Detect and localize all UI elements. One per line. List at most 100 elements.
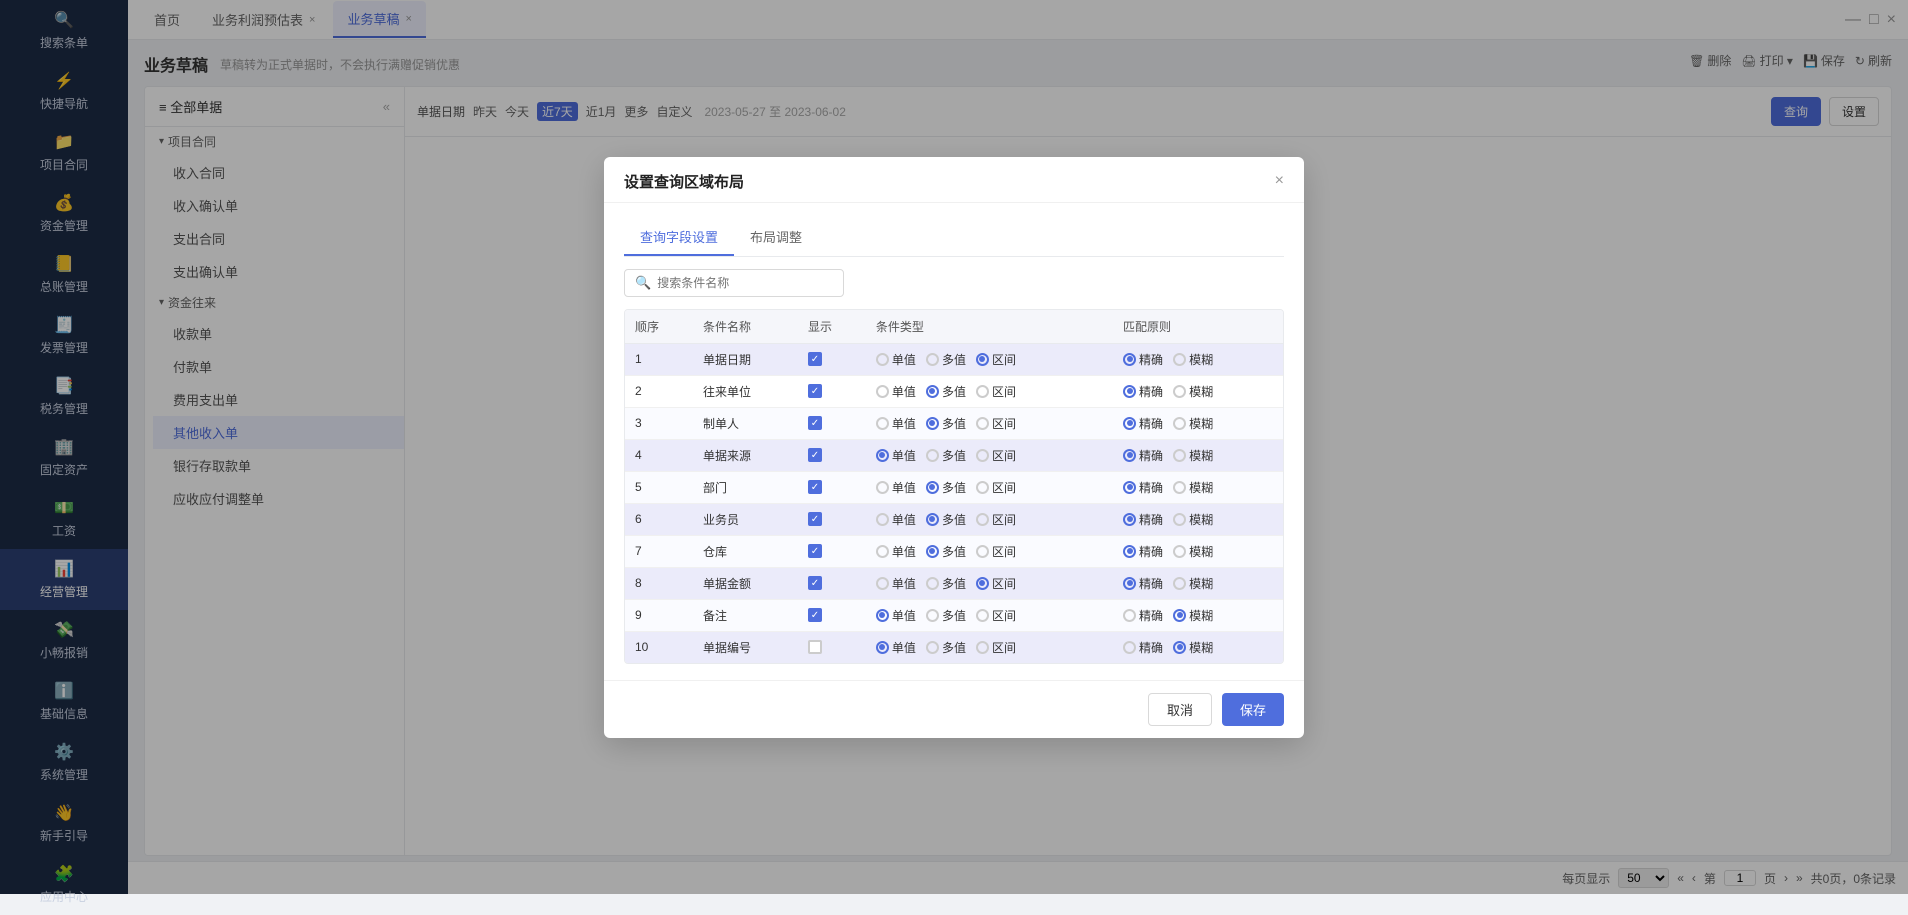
type-single-7[interactable]: 单值 bbox=[876, 543, 916, 560]
type-multi-10[interactable]: 多值 bbox=[926, 639, 966, 656]
type-range-9[interactable]: 区间 bbox=[976, 607, 1016, 624]
type-range-5[interactable]: 区间 bbox=[976, 479, 1016, 496]
match-fuzzy-9[interactable]: 模糊 bbox=[1173, 607, 1213, 624]
cell-name: 制单人 bbox=[693, 407, 798, 439]
match-fuzzy-2[interactable]: 模糊 bbox=[1173, 383, 1213, 400]
cell-match: 精确 模糊 bbox=[1113, 375, 1283, 407]
type-range-3[interactable]: 区间 bbox=[976, 415, 1016, 432]
match-exact-5[interactable]: 精确 bbox=[1123, 479, 1163, 496]
match-fuzzy-label: 模糊 bbox=[1189, 575, 1213, 592]
match-exact-10[interactable]: 精确 bbox=[1123, 639, 1163, 656]
show-checkbox-8[interactable]: ✓ bbox=[808, 576, 822, 590]
type-multi-5[interactable]: 多值 bbox=[926, 479, 966, 496]
type-multi-9[interactable]: 多值 bbox=[926, 607, 966, 624]
cell-match: 精确 模糊 bbox=[1113, 567, 1283, 599]
type-multi-8[interactable]: 多值 bbox=[926, 575, 966, 592]
type-single-4[interactable]: 单值 bbox=[876, 447, 916, 464]
radio-exact-dot-9 bbox=[1123, 609, 1136, 622]
show-checkbox-2[interactable]: ✓ bbox=[808, 384, 822, 398]
cell-order: 2 bbox=[625, 375, 693, 407]
type-range-label: 区间 bbox=[992, 575, 1016, 592]
show-checkbox-7[interactable]: ✓ bbox=[808, 544, 822, 558]
type-single-3[interactable]: 单值 bbox=[876, 415, 916, 432]
cell-match: 精确 模糊 bbox=[1113, 471, 1283, 503]
type-range-4[interactable]: 区间 bbox=[976, 447, 1016, 464]
match-exact-1[interactable]: 精确 bbox=[1123, 351, 1163, 368]
radio-single-dot-6 bbox=[876, 513, 889, 526]
match-fuzzy-label: 模糊 bbox=[1189, 415, 1213, 432]
radio-exact-dot-8 bbox=[1123, 577, 1136, 590]
show-checkbox-4[interactable]: ✓ bbox=[808, 448, 822, 462]
type-range-1[interactable]: 区间 bbox=[976, 351, 1016, 368]
match-fuzzy-5[interactable]: 模糊 bbox=[1173, 479, 1213, 496]
type-single-10[interactable]: 单值 bbox=[876, 639, 916, 656]
search-input[interactable] bbox=[657, 276, 817, 290]
type-single-1[interactable]: 单值 bbox=[876, 351, 916, 368]
type-range-8[interactable]: 区间 bbox=[976, 575, 1016, 592]
cancel-button[interactable]: 取消 bbox=[1148, 693, 1212, 726]
table-row: 10单据编号 单值 多值 区间 精确 模糊 bbox=[625, 631, 1283, 663]
type-single-2[interactable]: 单值 bbox=[876, 383, 916, 400]
type-single-6[interactable]: 单值 bbox=[876, 511, 916, 528]
dialog-tab-query-fields[interactable]: 查询字段设置 bbox=[624, 219, 734, 256]
show-checkbox-5[interactable]: ✓ bbox=[808, 480, 822, 494]
table-row: 5部门✓ 单值 多值 区间 精确 模糊 bbox=[625, 471, 1283, 503]
type-range-label: 区间 bbox=[992, 415, 1016, 432]
radio-exact-dot-10 bbox=[1123, 641, 1136, 654]
match-fuzzy-4[interactable]: 模糊 bbox=[1173, 447, 1213, 464]
type-multi-3[interactable]: 多值 bbox=[926, 415, 966, 432]
type-multi-6[interactable]: 多值 bbox=[926, 511, 966, 528]
type-range-2[interactable]: 区间 bbox=[976, 383, 1016, 400]
match-exact-2[interactable]: 精确 bbox=[1123, 383, 1163, 400]
show-checkbox-3[interactable]: ✓ bbox=[808, 416, 822, 430]
conditions-table: 顺序条件名称显示条件类型匹配原则 1单据日期✓ 单值 多值 区间 bbox=[624, 309, 1284, 664]
dialog-close-button[interactable]: × bbox=[1275, 172, 1284, 190]
type-range-10[interactable]: 区间 bbox=[976, 639, 1016, 656]
cell-name: 单据来源 bbox=[693, 439, 798, 471]
match-exact-4[interactable]: 精确 bbox=[1123, 447, 1163, 464]
radio-exact-dot-4 bbox=[1123, 449, 1136, 462]
cell-type: 单值 多值 区间 bbox=[866, 631, 1113, 663]
match-fuzzy-1[interactable]: 模糊 bbox=[1173, 351, 1213, 368]
cell-name: 仓库 bbox=[693, 535, 798, 567]
match-fuzzy-7[interactable]: 模糊 bbox=[1173, 543, 1213, 560]
type-range-label: 区间 bbox=[992, 511, 1016, 528]
match-exact-label: 精确 bbox=[1139, 447, 1163, 464]
dialog-tab-layout[interactable]: 布局调整 bbox=[734, 219, 818, 256]
type-multi-label: 多值 bbox=[942, 639, 966, 656]
table-row: 3制单人✓ 单值 多值 区间 精确 模糊 bbox=[625, 407, 1283, 439]
show-checkbox-1[interactable]: ✓ bbox=[808, 352, 822, 366]
match-fuzzy-8[interactable]: 模糊 bbox=[1173, 575, 1213, 592]
type-range-7[interactable]: 区间 bbox=[976, 543, 1016, 560]
radio-exact-dot-2 bbox=[1123, 385, 1136, 398]
match-exact-9[interactable]: 精确 bbox=[1123, 607, 1163, 624]
table-row: 4单据来源✓ 单值 多值 区间 精确 模糊 bbox=[625, 439, 1283, 471]
match-exact-7[interactable]: 精确 bbox=[1123, 543, 1163, 560]
type-multi-7[interactable]: 多值 bbox=[926, 543, 966, 560]
save-button[interactable]: 保存 bbox=[1222, 693, 1284, 726]
type-single-8[interactable]: 单值 bbox=[876, 575, 916, 592]
type-multi-1[interactable]: 多值 bbox=[926, 351, 966, 368]
type-single-5[interactable]: 单值 bbox=[876, 479, 916, 496]
type-range-label: 区间 bbox=[992, 639, 1016, 656]
col-header-顺序: 顺序 bbox=[625, 310, 693, 344]
cell-type: 单值 多值 区间 bbox=[866, 375, 1113, 407]
match-fuzzy-3[interactable]: 模糊 bbox=[1173, 415, 1213, 432]
match-exact-6[interactable]: 精确 bbox=[1123, 511, 1163, 528]
type-multi-label: 多值 bbox=[942, 607, 966, 624]
show-checkbox-6[interactable]: ✓ bbox=[808, 512, 822, 526]
match-exact-3[interactable]: 精确 bbox=[1123, 415, 1163, 432]
show-checkbox-9[interactable]: ✓ bbox=[808, 608, 822, 622]
match-radio-group-9: 精确 模糊 bbox=[1123, 607, 1273, 624]
table-row: 1单据日期✓ 单值 多值 区间 精确 模糊 bbox=[625, 343, 1283, 375]
type-range-6[interactable]: 区间 bbox=[976, 511, 1016, 528]
match-exact-8[interactable]: 精确 bbox=[1123, 575, 1163, 592]
type-multi-4[interactable]: 多值 bbox=[926, 447, 966, 464]
type-single-9[interactable]: 单值 bbox=[876, 607, 916, 624]
radio-multi-dot-6 bbox=[926, 513, 939, 526]
type-multi-label: 多值 bbox=[942, 575, 966, 592]
match-fuzzy-10[interactable]: 模糊 bbox=[1173, 639, 1213, 656]
match-fuzzy-6[interactable]: 模糊 bbox=[1173, 511, 1213, 528]
show-checkbox-10[interactable] bbox=[808, 640, 822, 654]
type-multi-2[interactable]: 多值 bbox=[926, 383, 966, 400]
